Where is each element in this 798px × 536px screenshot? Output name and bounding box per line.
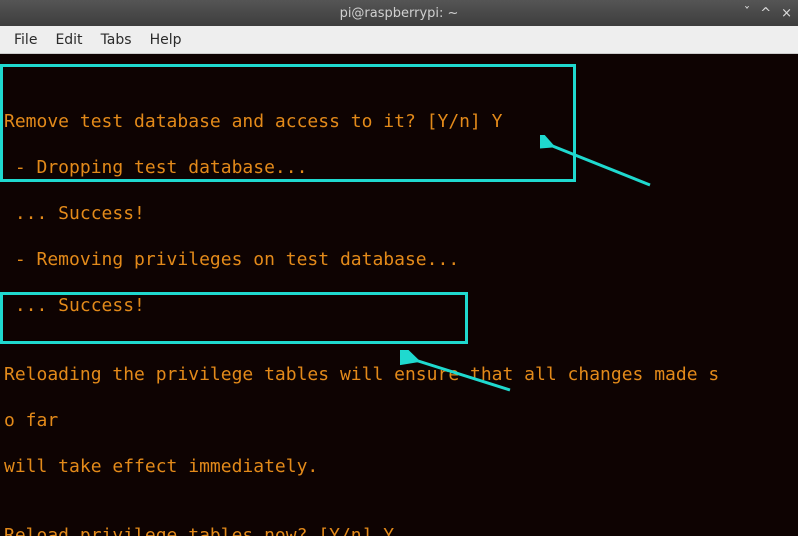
menu-edit[interactable]: Edit [47,29,90,51]
maximize-icon[interactable]: ^ [760,7,771,20]
window-title: pi@raspberrypi: ~ [340,6,459,21]
terminal-line: Reload privilege tables now? [Y/n] Y [4,524,794,536]
terminal-line: will take effect immediately. [4,455,794,478]
menu-help[interactable]: Help [142,29,190,51]
window-titlebar: pi@raspberrypi: ~ ˇ ^ × [0,0,798,26]
menu-file[interactable]: File [6,29,45,51]
terminal-line: Remove test database and access to it? [… [4,110,794,133]
terminal-output[interactable]: Remove test database and access to it? [… [0,54,798,536]
terminal-line: ... Success! [4,202,794,225]
terminal-line: o far [4,409,794,432]
terminal-line: - Removing privileges on test database..… [4,248,794,271]
terminal-line: Reloading the privilege tables will ensu… [4,363,794,386]
minimize-icon[interactable]: ˇ [744,7,751,20]
close-icon[interactable]: × [781,7,792,20]
terminal-line: - Dropping test database... [4,156,794,179]
terminal-line: ... Success! [4,294,794,317]
menubar: File Edit Tabs Help [0,26,798,54]
menu-tabs[interactable]: Tabs [93,29,140,51]
window-controls: ˇ ^ × [744,0,792,26]
